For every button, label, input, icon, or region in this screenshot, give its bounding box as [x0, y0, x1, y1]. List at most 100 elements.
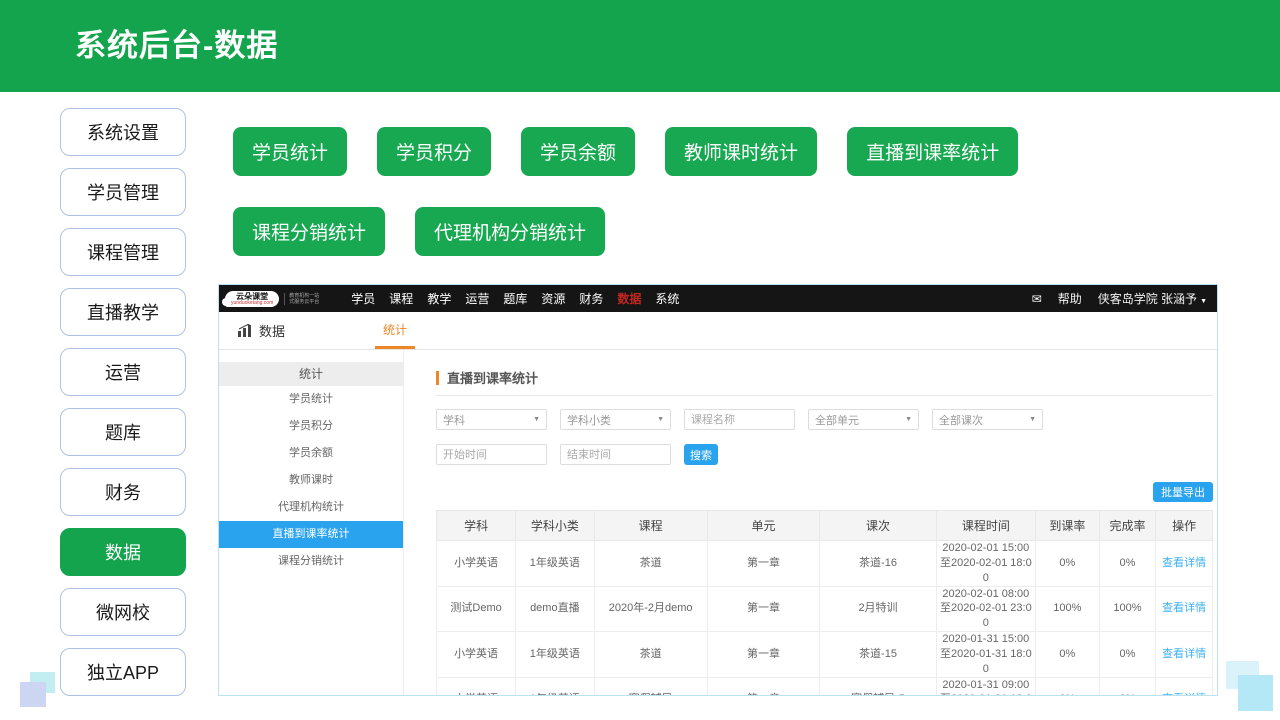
admin-nav-资源[interactable]: 资源	[541, 290, 565, 307]
cell: 测试Demo	[437, 586, 516, 632]
help-link[interactable]: 帮助	[1058, 290, 1082, 307]
sidebar-item-题库[interactable]: 题库	[60, 408, 186, 456]
column-header-学科小类: 学科小类	[516, 511, 594, 541]
tag-教师课时统计[interactable]: 教师课时统计	[665, 127, 817, 176]
end-time-input[interactable]	[560, 444, 671, 465]
sidebar-item-独立APP[interactable]: 独立APP	[60, 648, 186, 696]
admin-side-nav: 统计 学员统计学员积分学员余额教师课时代理机构统计直播到课率统计课程分销统计	[219, 350, 404, 696]
admin-screenshot-panel: 云朵课堂 yunduoketang.com 教育机构一站 式服务云平台 学员课程…	[218, 284, 1218, 696]
column-header-学科: 学科	[437, 511, 516, 541]
cell: 茶道	[594, 541, 707, 587]
cell: 小学英语	[437, 541, 516, 587]
tag-代理机构分销统计[interactable]: 代理机构分销统计	[415, 207, 605, 256]
cell: 茶道-15	[820, 632, 936, 678]
chevron-down-icon: ▼	[533, 416, 540, 423]
search-button[interactable]: 搜索	[684, 444, 718, 465]
admin-nav-数据[interactable]: 数据	[617, 290, 641, 307]
column-header-课次: 课次	[820, 511, 936, 541]
view-details-link[interactable]: 查看详情	[1162, 602, 1206, 614]
main-sidebar: 系统设置学员管理课程管理直播教学运营题库财务数据微网校独立APP	[60, 108, 186, 696]
course-name-input[interactable]	[684, 409, 795, 430]
account-menu[interactable]: 侠客岛学院 张涵予▼	[1098, 290, 1207, 307]
sidebar-item-学员管理[interactable]: 学员管理	[60, 168, 186, 216]
side-nav-item-学员积分[interactable]: 学员积分	[219, 413, 403, 440]
section-accent-bar	[436, 371, 439, 385]
table-row: 测试Demodemo直播2020年-2月demo第一章2月特训2020-02-0…	[437, 586, 1213, 632]
tag-直播到课率统计[interactable]: 直播到课率统计	[847, 127, 1018, 176]
sidebar-item-系统设置[interactable]: 系统设置	[60, 108, 186, 156]
admin-nav-学员[interactable]: 学员	[351, 290, 375, 307]
page-header: 系统后台-数据	[0, 0, 1280, 92]
breadcrumb: 数据	[238, 321, 285, 340]
cell-actions: 查看详情	[1156, 586, 1213, 632]
view-details-link[interactable]: 查看详情	[1162, 557, 1206, 569]
subject-select[interactable]: 学科▼	[436, 409, 547, 430]
side-nav-item-教师课时[interactable]: 教师课时	[219, 467, 403, 494]
quick-stat-tags: 学员统计学员积分学员余额教师课时统计直播到课率统计课程分销统计代理机构分销统计	[233, 127, 1018, 256]
attendance-stats-table: 学科学科小类课程单元课次课程时间到课率完成率操作小学英语1年级英语茶道第一章茶道…	[436, 510, 1213, 696]
cell: 小学英语	[437, 677, 516, 696]
cell: 2020-02-01 08:00至2020-02-01 23:00	[936, 586, 1035, 632]
cell-actions: 查看详情	[1156, 541, 1213, 587]
admin-nav-运营[interactable]: 运营	[465, 290, 489, 307]
cell: 0%	[1099, 632, 1156, 678]
cell: 第一章	[707, 632, 820, 678]
side-nav-item-学员统计[interactable]: 学员统计	[219, 386, 403, 413]
cell: 寒假辅导	[594, 677, 707, 696]
cell-actions: 查看详情	[1156, 677, 1213, 696]
cell: 小学英语	[437, 632, 516, 678]
sidebar-item-数据[interactable]: 数据	[60, 528, 186, 576]
side-nav-item-直播到课率统计[interactable]: 直播到课率统计	[219, 521, 403, 548]
cell: 0%	[1036, 632, 1100, 678]
tag-学员余额[interactable]: 学员余额	[521, 127, 635, 176]
admin-nav-教学[interactable]: 教学	[427, 290, 451, 307]
breadcrumb-label: 数据	[259, 321, 285, 340]
column-header-完成率: 完成率	[1099, 511, 1156, 541]
cell: 2020-01-31 15:00至2020-01-31 18:00	[936, 632, 1035, 678]
column-header-课程: 课程	[594, 511, 707, 541]
cell: 1年级英语	[516, 541, 594, 587]
sidebar-item-课程管理[interactable]: 课程管理	[60, 228, 186, 276]
subject-subcategory-select[interactable]: 学科小类▼	[560, 409, 671, 430]
section-title: 直播到课率统计	[447, 368, 538, 387]
sidebar-item-直播教学[interactable]: 直播教学	[60, 288, 186, 336]
sidebar-item-微网校[interactable]: 微网校	[60, 588, 186, 636]
tag-学员统计[interactable]: 学员统计	[233, 127, 347, 176]
tag-课程分销统计[interactable]: 课程分销统计	[233, 207, 385, 256]
side-nav-item-学员余额[interactable]: 学员余额	[219, 440, 403, 467]
lesson-select[interactable]: 全部课次▼	[932, 409, 1043, 430]
sidebar-item-财务[interactable]: 财务	[60, 468, 186, 516]
cell: 第一章	[707, 586, 820, 632]
section-header: 直播到课率统计	[436, 368, 1213, 387]
start-time-input[interactable]	[436, 444, 547, 465]
cell: 第一章	[707, 541, 820, 587]
chevron-down-icon: ▼	[905, 416, 912, 423]
tab-statistics[interactable]: 统计	[379, 312, 411, 349]
side-nav-item-代理机构统计[interactable]: 代理机构统计	[219, 494, 403, 521]
tag-row: 学员统计学员积分学员余额教师课时统计直播到课率统计	[233, 127, 1018, 176]
admin-nav-课程[interactable]: 课程	[389, 290, 413, 307]
cell: 0%	[1036, 677, 1100, 696]
cell: 寒假辅导-5	[820, 677, 936, 696]
cell: 100%	[1099, 586, 1156, 632]
sidebar-item-运营[interactable]: 运营	[60, 348, 186, 396]
side-nav-item-课程分销统计[interactable]: 课程分销统计	[219, 548, 403, 575]
admin-topbar: 云朵课堂 yunduoketang.com 教育机构一站 式服务云平台 学员课程…	[219, 285, 1217, 312]
view-details-link[interactable]: 查看详情	[1162, 648, 1206, 660]
page: 系统后台-数据 系统设置学员管理课程管理直播教学运营题库财务数据微网校独立APP…	[0, 0, 1280, 720]
bar-chart-icon	[238, 324, 253, 337]
admin-nav-题库[interactable]: 题库	[503, 290, 527, 307]
message-envelope-icon[interactable]: ✉	[1032, 293, 1042, 305]
admin-nav-系统[interactable]: 系统	[655, 290, 679, 307]
column-header-单元: 单元	[707, 511, 820, 541]
view-details-link[interactable]: 查看详情	[1162, 693, 1206, 696]
cell: 茶道-16	[820, 541, 936, 587]
column-header-操作: 操作	[1156, 511, 1213, 541]
cell: 2020-01-31 09:00至2020-01-31 18:00	[936, 677, 1035, 696]
tag-学员积分[interactable]: 学员积分	[377, 127, 491, 176]
unit-select[interactable]: 全部单元▼	[808, 409, 919, 430]
cell: 0%	[1099, 677, 1156, 696]
filter-row-2: 搜索	[436, 444, 1213, 465]
batch-export-button[interactable]: 批量导出	[1153, 482, 1213, 502]
admin-nav-财务[interactable]: 财务	[579, 290, 603, 307]
